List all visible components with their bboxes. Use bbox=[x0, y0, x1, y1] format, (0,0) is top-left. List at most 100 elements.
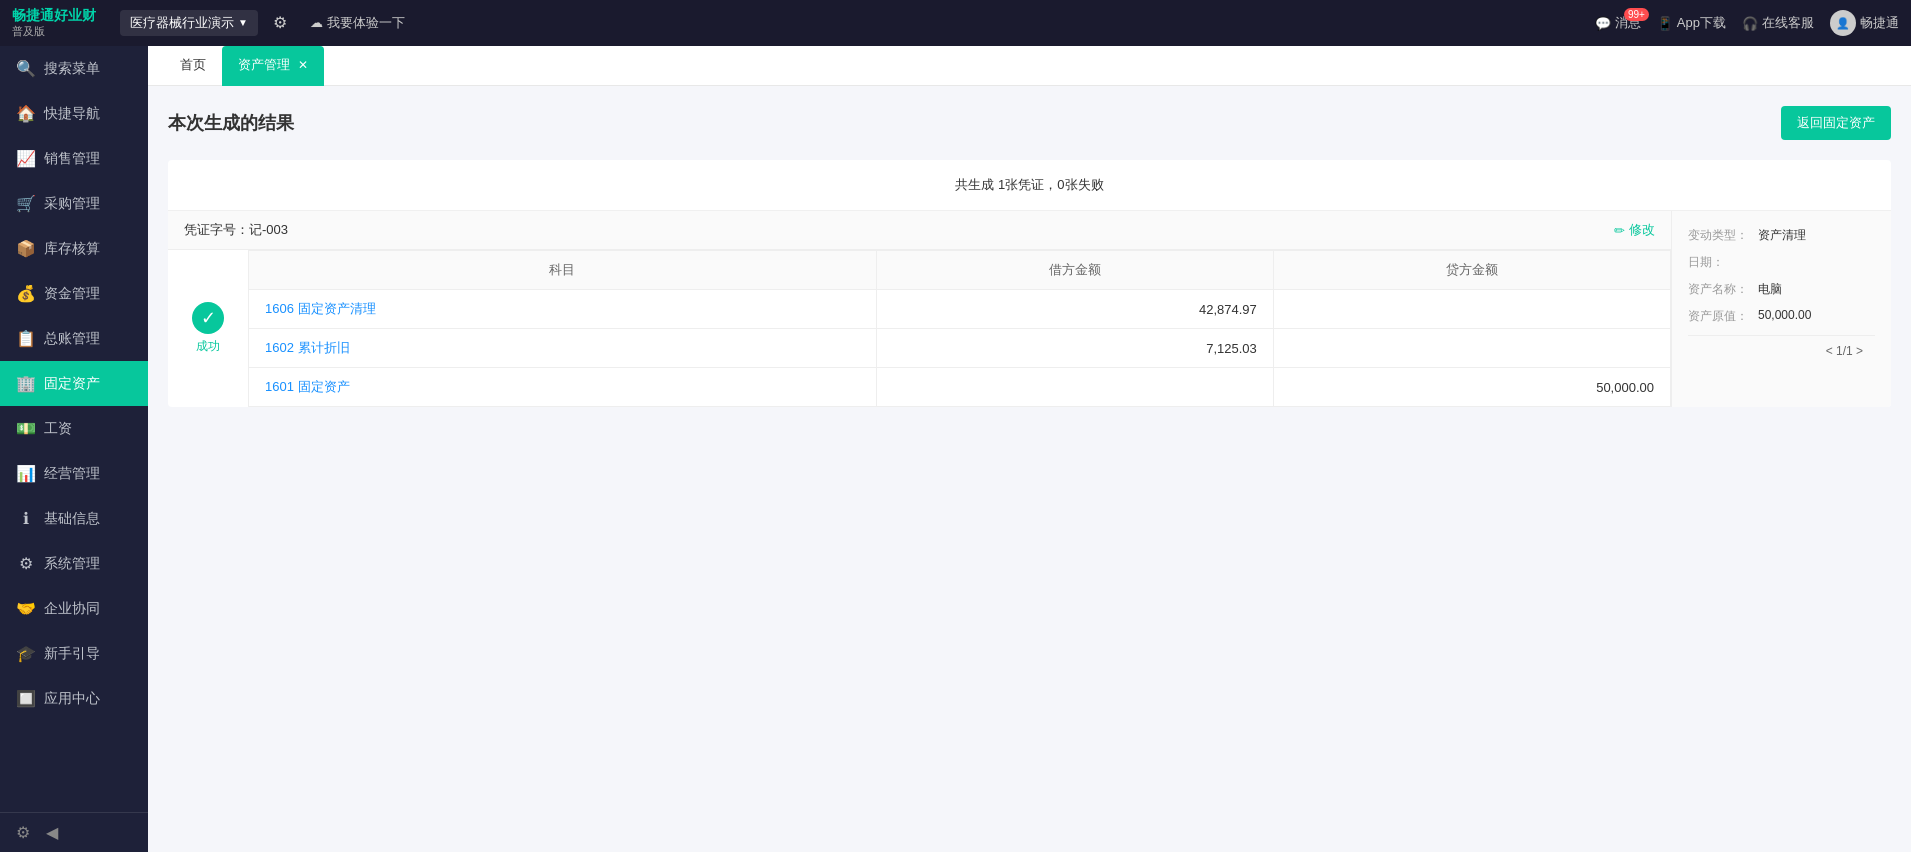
sidebar-settings-icon[interactable]: ⚙ bbox=[16, 823, 30, 842]
col-header-subject: 科目 bbox=[249, 251, 877, 290]
page-header: 本次生成的结果 返回固定资产 bbox=[168, 106, 1891, 140]
sidebar-label-enterprise: 企业协同 bbox=[44, 600, 100, 618]
sidebar-label-search: 搜索菜单 bbox=[44, 60, 100, 78]
sidebar-collapse-icon[interactable]: ◀ bbox=[46, 823, 58, 842]
company-selector[interactable]: 医疗器械行业演示 ▼ bbox=[120, 10, 258, 36]
table-row: 1606 固定资产清理42,874.97 bbox=[249, 290, 1671, 329]
business-icon: 📊 bbox=[16, 464, 36, 483]
sidebar-label-ledger: 总账管理 bbox=[44, 330, 100, 348]
tab-close-icon[interactable]: ✕ bbox=[298, 58, 308, 72]
online-service-button[interactable]: 🎧 在线客服 bbox=[1742, 14, 1814, 32]
cell-subject: 1602 累计折旧 bbox=[249, 329, 877, 368]
tabs-bar: 首页 资产管理 ✕ bbox=[148, 46, 1911, 86]
cell-debit bbox=[876, 368, 1273, 407]
sidebar-item-ledger[interactable]: 📋 总账管理 bbox=[0, 316, 148, 361]
summary-text: 共生成 1张凭证，0张失败 bbox=[955, 177, 1103, 192]
result-panel: 共生成 1张凭证，0张失败 凭证字号：记-003 ✏ 修改 bbox=[168, 160, 1891, 407]
search-icon: 🔍 bbox=[16, 59, 36, 78]
ledger-icon: 📋 bbox=[16, 329, 36, 348]
capital-icon: 💰 bbox=[16, 284, 36, 303]
sales-icon: 📈 bbox=[16, 149, 36, 168]
sidebar-label-system: 系统管理 bbox=[44, 555, 100, 573]
sidebar-item-guide[interactable]: 🎓 新手引导 bbox=[0, 631, 148, 676]
message-button[interactable]: 💬 消息 99+ bbox=[1595, 14, 1641, 32]
sidebar-item-business[interactable]: 📊 经营管理 bbox=[0, 451, 148, 496]
headset-icon: 🎧 bbox=[1742, 16, 1758, 31]
voucher-number: 凭证字号：记-003 bbox=[184, 221, 288, 239]
sidebar-item-capital[interactable]: 💰 资金管理 bbox=[0, 271, 148, 316]
sidebar-item-quick-nav[interactable]: 🏠 快捷导航 bbox=[0, 91, 148, 136]
return-fixed-assets-button[interactable]: 返回固定资产 bbox=[1781, 106, 1891, 140]
page-title: 本次生成的结果 bbox=[168, 111, 294, 135]
col-header-credit: 贷方金额 bbox=[1273, 251, 1670, 290]
edit-icon: ✏ bbox=[1614, 223, 1625, 238]
sidebar-label-business: 经营管理 bbox=[44, 465, 100, 483]
sidebar-label-quick-nav: 快捷导航 bbox=[44, 105, 100, 123]
sidebar-label-sales: 销售管理 bbox=[44, 150, 100, 168]
brand-logo: 畅捷通好业财 普及版 bbox=[12, 7, 96, 39]
info-asset-value-row: 资产原值： 50,000.00 bbox=[1688, 308, 1875, 325]
apps-icon: 🔲 bbox=[16, 689, 36, 708]
result-summary: 共生成 1张凭证，0张失败 bbox=[168, 160, 1891, 211]
experience-button[interactable]: ☁ 我要体验一下 bbox=[310, 14, 405, 32]
company-name: 医疗器械行业演示 bbox=[130, 14, 234, 32]
sidebar-item-inventory[interactable]: 📦 库存核算 bbox=[0, 226, 148, 271]
tab-home[interactable]: 首页 bbox=[164, 46, 222, 86]
success-row: ✓ 成功 科目 借方金额 贷方金额 bbox=[168, 250, 1671, 407]
col-header-debit: 借方金额 bbox=[876, 251, 1273, 290]
sidebar-item-system[interactable]: ⚙ 系统管理 bbox=[0, 541, 148, 586]
basic-info-icon: ℹ bbox=[16, 509, 36, 528]
cell-subject: 1606 固定资产清理 bbox=[249, 290, 877, 329]
voucher-table: 科目 借方金额 贷方金额 1606 固定资产清理42,874.971602 累计… bbox=[248, 250, 1671, 407]
settings-icon[interactable]: ⚙ bbox=[266, 9, 294, 37]
main-layout: 🔍 搜索菜单 🏠 快捷导航 📈 销售管理 🛒 采购管理 📦 库存核算 💰 资金管… bbox=[0, 46, 1911, 852]
info-change-type-label: 变动类型： bbox=[1688, 227, 1758, 244]
page-content: 本次生成的结果 返回固定资产 共生成 1张凭证，0张失败 凭证字号：记-003 bbox=[148, 86, 1911, 852]
success-text: 成功 bbox=[196, 338, 220, 355]
tab-home-label: 首页 bbox=[180, 56, 206, 74]
sidebar-item-sales[interactable]: 📈 销售管理 bbox=[0, 136, 148, 181]
purchase-icon: 🛒 bbox=[16, 194, 36, 213]
cell-debit: 42,874.97 bbox=[876, 290, 1273, 329]
sidebar-label-guide: 新手引导 bbox=[44, 645, 100, 663]
voucher-main: 凭证字号：记-003 ✏ 修改 ✓ 成功 bbox=[168, 211, 1671, 407]
sidebar-label-apps: 应用中心 bbox=[44, 690, 100, 708]
sidebar-item-payroll[interactable]: 💵 工资 bbox=[0, 406, 148, 451]
cloud-icon: ☁ bbox=[310, 15, 323, 30]
inventory-icon: 📦 bbox=[16, 239, 36, 258]
success-circle-icon: ✓ bbox=[192, 302, 224, 334]
app-download-button[interactable]: 📱 App下载 bbox=[1657, 14, 1726, 32]
sidebar-item-enterprise[interactable]: 🤝 企业协同 bbox=[0, 586, 148, 631]
topbar-right: 💬 消息 99+ 📱 App下载 🎧 在线客服 👤 畅捷通 bbox=[1595, 10, 1899, 36]
payroll-icon: 💵 bbox=[16, 419, 36, 438]
cell-credit bbox=[1273, 290, 1670, 329]
phone-icon: 📱 bbox=[1657, 16, 1673, 31]
info-panel: 变动类型： 资产清理 日期： 资产名称： 电脑 资产原值： bbox=[1671, 211, 1891, 407]
sidebar-item-apps[interactable]: 🔲 应用中心 bbox=[0, 676, 148, 721]
avatar: 👤 bbox=[1830, 10, 1856, 36]
sidebar-item-search[interactable]: 🔍 搜索菜单 bbox=[0, 46, 148, 91]
cell-credit: 50,000.00 bbox=[1273, 368, 1670, 407]
fixed-assets-icon: 🏢 bbox=[16, 374, 36, 393]
voucher-header: 凭证字号：记-003 ✏ 修改 bbox=[168, 211, 1671, 250]
voucher-data-table: 科目 借方金额 贷方金额 1606 固定资产清理42,874.971602 累计… bbox=[248, 250, 1671, 407]
sidebar-item-basic-info[interactable]: ℹ 基础信息 bbox=[0, 496, 148, 541]
topbar-left: 畅捷通好业财 普及版 医疗器械行业演示 ▼ ⚙ ☁ 我要体验一下 bbox=[12, 7, 405, 39]
enterprise-icon: 🤝 bbox=[16, 599, 36, 618]
message-badge: 99+ bbox=[1624, 8, 1649, 21]
info-asset-name-label: 资产名称： bbox=[1688, 281, 1758, 298]
voucher-section: 凭证字号：记-003 ✏ 修改 ✓ 成功 bbox=[168, 211, 1891, 407]
user-profile[interactable]: 👤 畅捷通 bbox=[1830, 10, 1899, 36]
sidebar-label-inventory: 库存核算 bbox=[44, 240, 100, 258]
sidebar-item-fixed-assets[interactable]: 🏢 固定资产 bbox=[0, 361, 148, 406]
info-asset-value-value: 50,000.00 bbox=[1758, 308, 1811, 325]
info-date-row: 日期： bbox=[1688, 254, 1875, 271]
info-date-label: 日期： bbox=[1688, 254, 1758, 271]
pagination[interactable]: < 1/1 > bbox=[1688, 335, 1875, 366]
tab-asset-mgmt[interactable]: 资产管理 ✕ bbox=[222, 46, 324, 86]
guide-icon: 🎓 bbox=[16, 644, 36, 663]
sidebar-item-purchase[interactable]: 🛒 采购管理 bbox=[0, 181, 148, 226]
edit-button[interactable]: ✏ 修改 bbox=[1614, 221, 1655, 239]
cell-debit: 7,125.03 bbox=[876, 329, 1273, 368]
content-area: 首页 资产管理 ✕ 本次生成的结果 返回固定资产 共生成 1张凭证，0张失败 bbox=[148, 46, 1911, 852]
